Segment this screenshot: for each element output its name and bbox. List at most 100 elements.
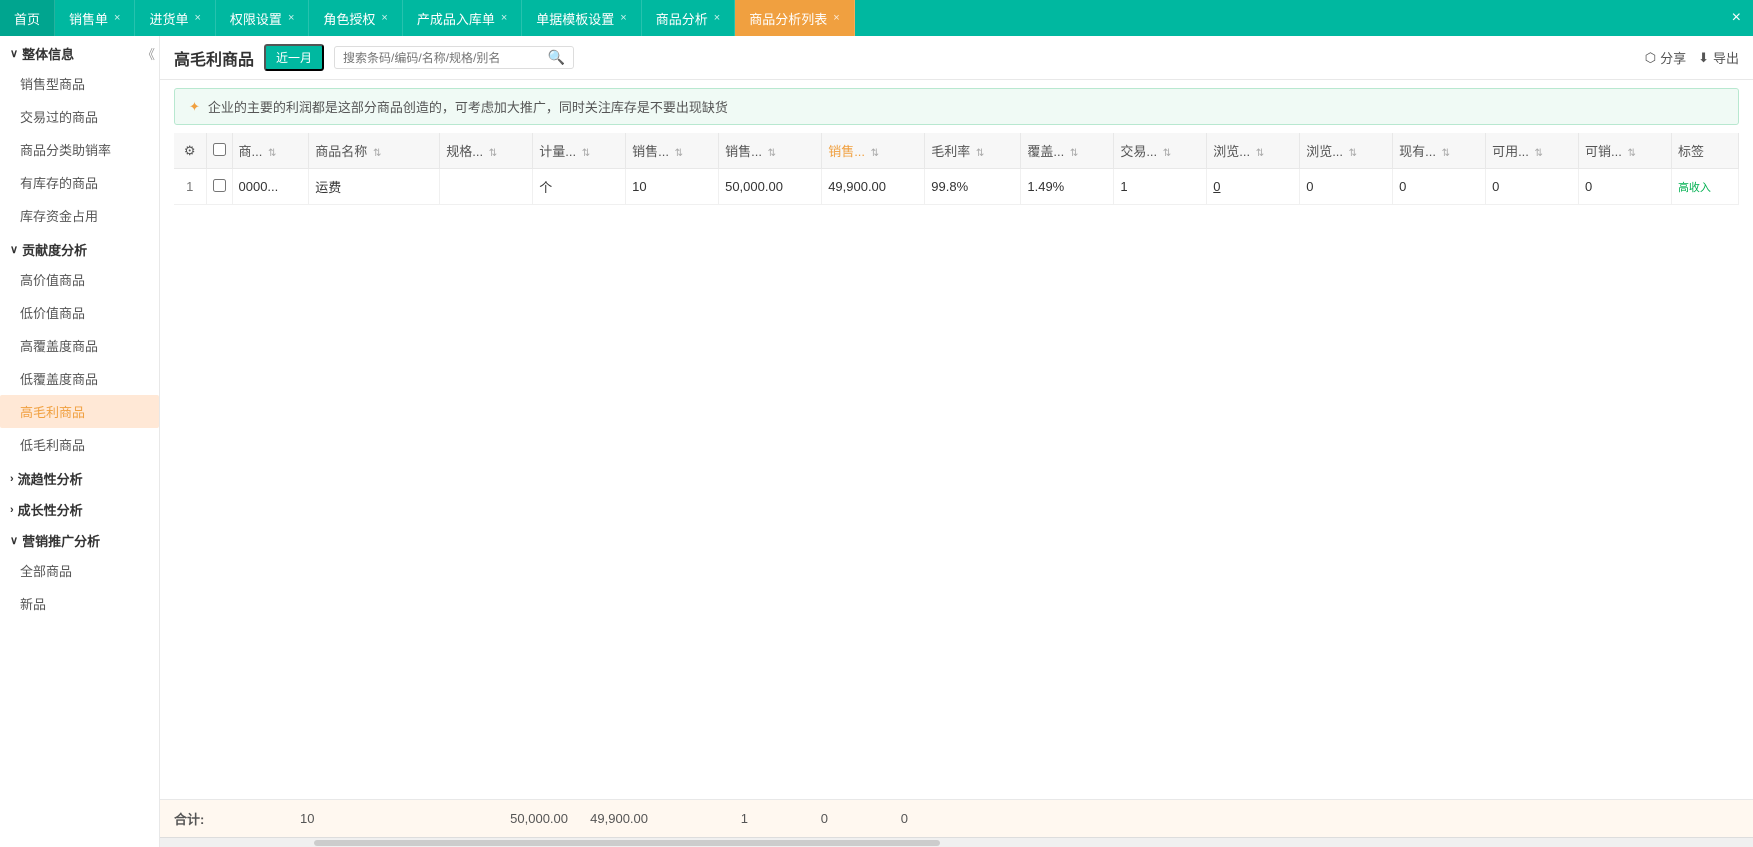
col-available[interactable]: 可用... ⇅ (1486, 133, 1579, 169)
col-sales-profit[interactable]: 销售... ⇅ (822, 133, 925, 169)
sidebar-item-low-coverage[interactable]: 低覆盖度商品 (0, 362, 159, 395)
col-checkbox (206, 133, 232, 169)
total-label: 合计: (174, 809, 294, 828)
col-tag[interactable]: 标签 (1671, 133, 1738, 169)
sidebar-item-high-coverage[interactable]: 高覆盖度商品 (0, 329, 159, 362)
sidebar-item-new-products[interactable]: 新品 (0, 587, 159, 620)
col-view1[interactable]: 浏览... ⇅ (1207, 133, 1300, 169)
row-num: 1 (174, 169, 206, 205)
row-view1[interactable]: 0 (1207, 169, 1300, 205)
col-transaction[interactable]: 交易... ⇅ (1114, 133, 1207, 169)
nav-sales[interactable]: 销售单 × (55, 0, 135, 36)
col-current-stock[interactable]: 现有... ⇅ (1393, 133, 1486, 169)
total-sales-qty: 10 (294, 811, 494, 826)
arrow-down-icon-3: ∨ (10, 534, 18, 547)
export-button[interactable]: ⬇ 导出 (1698, 48, 1739, 67)
nav-template[interactable]: 单据模板设置 × (522, 0, 641, 36)
time-filter-button[interactable]: 近一月 (264, 44, 324, 71)
col-unit[interactable]: 计量... ⇅ (533, 133, 626, 169)
sidebar-group-growth[interactable]: › 成长性分析 (0, 492, 159, 523)
nav-sales-close[interactable]: × (114, 12, 120, 24)
arrow-down-icon-2: ∨ (10, 243, 18, 256)
settings-icon[interactable]: ⚙ (184, 143, 196, 158)
nav-analysis-list-label: 商品分析列表 (749, 9, 827, 28)
page-title: 高毛利商品 (174, 46, 254, 70)
nav-analysis-list-close[interactable]: × (833, 12, 839, 24)
col-gross-margin[interactable]: 毛利率 ⇅ (925, 133, 1021, 169)
total-sales-profit: 49,900.00 (574, 811, 654, 826)
main-layout: 《 ∨ 整体信息 销售型商品 交易过的商品 商品分类助销率 有库存的商品 库存资… (0, 36, 1753, 847)
row-checkbox[interactable] (213, 179, 226, 192)
col-sales-qty[interactable]: 销售... ⇅ (626, 133, 719, 169)
scrollbar-thumb[interactable] (314, 840, 940, 846)
sidebar-group-contribution[interactable]: ∨ 贡献度分析 (0, 232, 159, 263)
sort-icon-available: ⇅ (1535, 148, 1543, 159)
horizontal-scrollbar[interactable] (160, 837, 1753, 847)
sidebar-collapse-button[interactable]: 《 (142, 44, 155, 63)
select-all-checkbox[interactable] (213, 143, 226, 156)
table-row: 1 0000... 运费 个 10 50,000.00 49,900.00 99… (174, 169, 1739, 205)
row-gross-margin: 99.8% (925, 169, 1021, 205)
nav-home[interactable]: 首页 (0, 0, 55, 36)
nav-analysis[interactable]: 商品分析 × (642, 0, 735, 36)
sidebar-group-overall[interactable]: ∨ 整体信息 (0, 36, 159, 67)
sidebar-item-low-value[interactable]: 低价值商品 (0, 296, 159, 329)
sidebar-item-high-value[interactable]: 高价值商品 (0, 263, 159, 296)
nav-purchase-close[interactable]: × (194, 12, 200, 24)
header-actions: ⬡ 分享 ⬇ 导出 (1645, 48, 1739, 67)
sidebar-item-all-products[interactable]: 全部商品 (0, 554, 159, 587)
window-close-button[interactable]: × (1720, 0, 1753, 36)
sidebar-group-marketing[interactable]: ∨ 营销推广分析 (0, 523, 159, 554)
total-sales-amount: 50,000.00 (494, 811, 574, 826)
sidebar-item-low-margin[interactable]: 低毛利商品 (0, 428, 159, 461)
nav-permission-close[interactable]: × (288, 12, 294, 24)
nav-product-in[interactable]: 产成品入库单 × (403, 0, 522, 36)
sort-icon-qty: ⇅ (675, 148, 683, 159)
footer-total: 合计: 10 50,000.00 49,900.00 1 0 0 (160, 799, 1753, 837)
sort-icon-coverage: ⇅ (1070, 148, 1078, 159)
row-coverage: 1.49% (1021, 169, 1114, 205)
nav-role[interactable]: 角色授权 × (309, 0, 402, 36)
sort-icon-spec: ⇅ (489, 148, 497, 159)
total-transaction: 1 (654, 811, 754, 826)
total-stock: 0 (834, 811, 914, 826)
sort-icon-unit: ⇅ (582, 148, 590, 159)
view1-link[interactable]: 0 (1213, 179, 1220, 194)
sidebar-group-trend[interactable]: › 流趋性分析 (0, 461, 159, 492)
col-spec[interactable]: 规格... ⇅ (440, 133, 533, 169)
nav-template-close[interactable]: × (620, 12, 626, 24)
export-icon: ⬇ (1698, 50, 1709, 66)
sidebar-item-category-rate[interactable]: 商品分类助销率 (0, 133, 159, 166)
arrow-down-icon: ∨ (10, 47, 18, 60)
col-saleable[interactable]: 可销... ⇅ (1579, 133, 1672, 169)
nav-analysis-close[interactable]: × (714, 12, 720, 24)
nav-product-in-close[interactable]: × (501, 12, 507, 24)
col-sales-amount[interactable]: 销售... ⇅ (719, 133, 822, 169)
nav-analysis-list[interactable]: 商品分析列表 × (735, 0, 854, 36)
sidebar-item-stocked-product[interactable]: 有库存的商品 (0, 166, 159, 199)
table-header-row: ⚙ 商... ⇅ 商品名称 ⇅ (174, 133, 1739, 169)
nav-product-in-label: 产成品入库单 (417, 9, 495, 28)
row-checkbox-cell (206, 169, 232, 205)
sidebar-item-high-margin[interactable]: 高毛利商品 (0, 395, 159, 428)
row-unit: 个 (533, 169, 626, 205)
nav-purchase[interactable]: 进货单 × (135, 0, 215, 36)
col-settings[interactable]: ⚙ (174, 133, 206, 169)
col-view2[interactable]: 浏览... ⇅ (1300, 133, 1393, 169)
col-name[interactable]: 商品名称 ⇅ (309, 133, 440, 169)
row-current-stock: 0 (1393, 169, 1486, 205)
sidebar-item-sales-product[interactable]: 销售型商品 (0, 67, 159, 100)
nav-home-label: 首页 (14, 9, 40, 28)
col-code[interactable]: 商... ⇅ (232, 133, 309, 169)
info-banner-text: 企业的主要的利润都是这部分商品创造的，可考虑加大推广，同时关注库存是不要出现缺货 (208, 97, 728, 116)
content-header: 高毛利商品 近一月 🔍 ⬡ 分享 ⬇ 导出 (160, 36, 1753, 80)
col-coverage[interactable]: 覆盖... ⇅ (1021, 133, 1114, 169)
share-button[interactable]: ⬡ 分享 (1645, 48, 1686, 67)
row-view2: 0 (1300, 169, 1393, 205)
sidebar-item-stock-capital[interactable]: 库存资金占用 (0, 199, 159, 232)
nav-role-close[interactable]: × (381, 12, 387, 24)
search-icon[interactable]: 🔍 (548, 49, 565, 66)
sidebar-item-traded-product[interactable]: 交易过的商品 (0, 100, 159, 133)
nav-permission[interactable]: 权限设置 × (216, 0, 309, 36)
search-input[interactable] (343, 51, 548, 65)
